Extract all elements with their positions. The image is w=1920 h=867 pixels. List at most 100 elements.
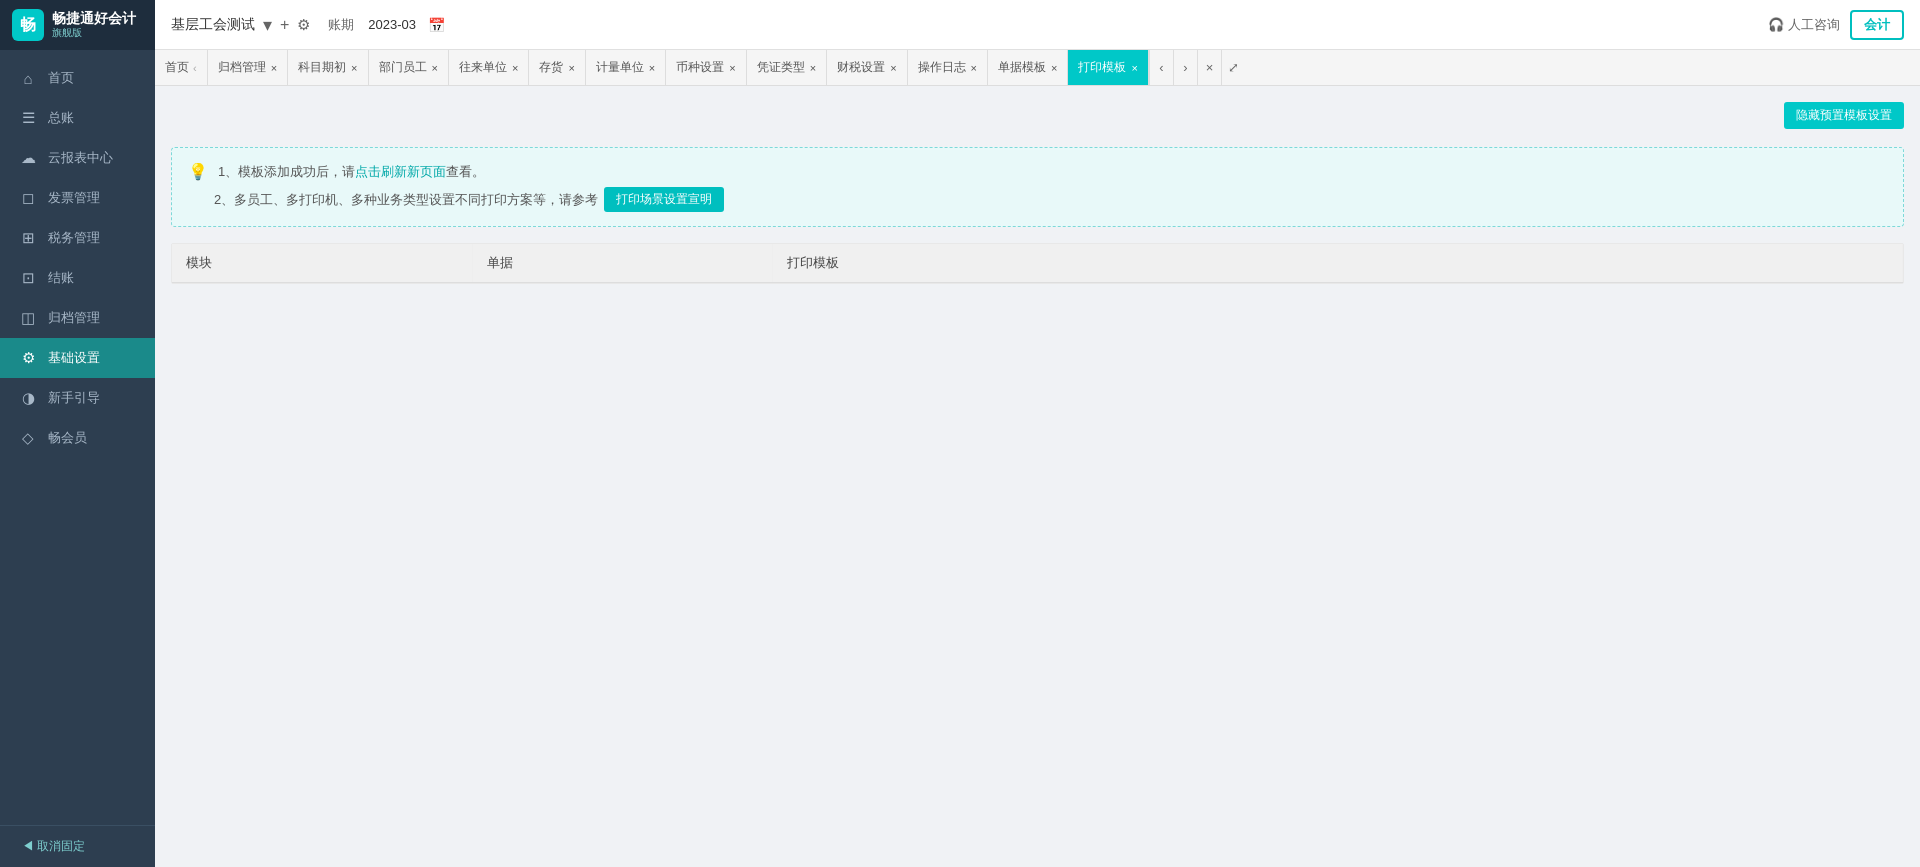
tabs-expand-btn[interactable]: ⤢ bbox=[1221, 50, 1245, 86]
settlement-icon: ⊡ bbox=[18, 268, 38, 288]
top-bar: 基层工会测试 ▾ + ⚙ 账期 2023-03 📅 🎧 人工咨询 会计 bbox=[155, 0, 1920, 50]
tabs-prev-btn[interactable]: ‹ bbox=[1149, 50, 1173, 86]
sidebar-item-invoice[interactable]: ◻ 发票管理 bbox=[0, 178, 155, 218]
sidebar-footer-pin[interactable]: ◀ 取消固定 bbox=[0, 825, 155, 867]
tab-unit-close[interactable]: × bbox=[649, 62, 655, 74]
sidebar-logo: 畅 畅捷通好会计 旗舰版 bbox=[0, 0, 155, 50]
tab-inventory-close[interactable]: × bbox=[568, 62, 574, 74]
notice-line1-link[interactable]: 点击刷新新页面 bbox=[355, 163, 446, 181]
tab-archive-close[interactable]: × bbox=[271, 62, 277, 74]
sidebar-item-ledger[interactable]: ☰ 总账 bbox=[0, 98, 155, 138]
cloud-icon: ☁ bbox=[18, 148, 38, 168]
logo-title: 畅捷通好会计 bbox=[52, 10, 136, 27]
tax-icon: ⊞ bbox=[18, 228, 38, 248]
sidebar-item-member[interactable]: ◇ 畅会员 bbox=[0, 418, 155, 458]
table-header-row: 模块 单据 打印模板 bbox=[172, 244, 1903, 283]
sidebar-item-tax[interactable]: ⊞ 税务管理 bbox=[0, 218, 155, 258]
tab-tax-setting-label: 财税设置 bbox=[837, 59, 885, 76]
tab-department-label: 部门员工 bbox=[379, 59, 427, 76]
tab-subjects-label: 科目期初 bbox=[298, 59, 346, 76]
tab-print-template-label: 打印模板 bbox=[1078, 59, 1126, 76]
tab-inventory[interactable]: 存货 × bbox=[529, 50, 585, 85]
tab-voucher-type-label: 凭证类型 bbox=[757, 59, 805, 76]
sidebar-item-settlement-label: 结账 bbox=[48, 269, 74, 287]
tab-operation-log[interactable]: 操作日志 × bbox=[908, 50, 988, 85]
tab-currency[interactable]: 币种设置 × bbox=[666, 50, 746, 85]
notice-line1-suffix: 查看。 bbox=[446, 163, 485, 181]
tab-currency-close[interactable]: × bbox=[729, 62, 735, 74]
invoice-icon: ◻ bbox=[18, 188, 38, 208]
tab-archive[interactable]: 归档管理 × bbox=[208, 50, 288, 85]
tab-operation-log-close[interactable]: × bbox=[971, 62, 977, 74]
tabs-bar: 首页 ‹ 归档管理 × 科目期初 × 部门员工 × 往来单位 × 存货 × bbox=[155, 50, 1920, 86]
sidebar-item-basic[interactable]: ⚙ 基础设置 bbox=[0, 338, 155, 378]
sidebar-item-archive[interactable]: ◫ 归档管理 bbox=[0, 298, 155, 338]
tab-operation-log-label: 操作日志 bbox=[918, 59, 966, 76]
sidebar-item-member-label: 畅会员 bbox=[48, 429, 87, 447]
sidebar-item-home-label: 首页 bbox=[48, 69, 74, 87]
table-header-document: 单据 bbox=[472, 244, 772, 283]
tab-subjects-close[interactable]: × bbox=[351, 62, 357, 74]
bulb-icon: 💡 bbox=[188, 162, 208, 181]
sidebar-item-cloud-report-label: 云报表中心 bbox=[48, 149, 113, 167]
tab-print-template-close[interactable]: × bbox=[1131, 62, 1137, 74]
tab-tax-setting-close[interactable]: × bbox=[890, 62, 896, 74]
tab-voucher-type[interactable]: 凭证类型 × bbox=[747, 50, 827, 85]
sidebar: 畅 畅捷通好会计 旗舰版 ⌂ 首页 ☰ 总账 ☁ 云报表中心 ◻ 发票管理 bbox=[0, 0, 155, 867]
tab-supplier-close[interactable]: × bbox=[512, 62, 518, 74]
add-company-icon[interactable]: + bbox=[280, 16, 289, 34]
accounting-button[interactable]: 会计 bbox=[1850, 10, 1904, 40]
sidebar-item-tax-label: 税务管理 bbox=[48, 229, 100, 247]
tab-home[interactable]: 首页 ‹ bbox=[155, 50, 208, 85]
tab-voucher-type-close[interactable]: × bbox=[810, 62, 816, 74]
tab-single-template[interactable]: 单据模板 × bbox=[988, 50, 1068, 85]
sidebar-item-basic-label: 基础设置 bbox=[48, 349, 100, 367]
period-label: 账期 bbox=[328, 16, 354, 34]
sidebar-item-cloud-report[interactable]: ☁ 云报表中心 bbox=[0, 138, 155, 178]
calendar-icon[interactable]: 📅 bbox=[428, 17, 445, 33]
company-dropdown-icon[interactable]: ▾ bbox=[263, 14, 272, 36]
hide-template-button[interactable]: 隐藏预置模板设置 bbox=[1784, 102, 1904, 129]
top-bar-right: 🎧 人工咨询 会计 bbox=[1768, 10, 1904, 40]
content-area: 隐藏预置模板设置 💡 1、模板添加成功后，请 点击刷新新页面 查看。 2、多员工… bbox=[155, 86, 1920, 867]
sidebar-item-settlement[interactable]: ⊡ 结账 bbox=[0, 258, 155, 298]
customer-service-label: 人工咨询 bbox=[1788, 16, 1840, 34]
home-icon: ⌂ bbox=[18, 68, 38, 88]
table-header-print-template: 打印模板 bbox=[772, 244, 1903, 283]
notice-line2-prefix: 2、多员工、多打印机、多种业务类型设置不同打印方案等，请参考 bbox=[214, 191, 598, 209]
tab-home-nav-icon: ‹ bbox=[193, 62, 197, 74]
tab-currency-label: 币种设置 bbox=[676, 59, 724, 76]
tab-unit[interactable]: 计量单位 × bbox=[586, 50, 666, 85]
sidebar-item-guide-label: 新手引导 bbox=[48, 389, 100, 407]
settings-icon[interactable]: ⚙ bbox=[297, 16, 310, 34]
top-bar-left: 基层工会测试 ▾ + ⚙ 账期 2023-03 📅 bbox=[171, 14, 445, 36]
tab-print-template[interactable]: 打印模板 × bbox=[1068, 50, 1148, 85]
sidebar-footer-label: ◀ 取消固定 bbox=[22, 838, 85, 855]
tab-subjects[interactable]: 科目期初 × bbox=[288, 50, 368, 85]
customer-service-btn[interactable]: 🎧 人工咨询 bbox=[1768, 16, 1840, 34]
print-scene-btn[interactable]: 打印场景设置宣明 bbox=[604, 187, 724, 212]
print-template-table: 模块 单据 打印模板 bbox=[172, 244, 1903, 283]
archive-icon: ◫ bbox=[18, 308, 38, 328]
tab-tax-setting[interactable]: 财税设置 × bbox=[827, 50, 907, 85]
sidebar-item-home[interactable]: ⌂ 首页 bbox=[0, 58, 155, 98]
period-value: 2023-03 bbox=[368, 17, 416, 32]
headphone-icon: 🎧 bbox=[1768, 17, 1784, 32]
company-name: 基层工会测试 bbox=[171, 16, 255, 34]
notice-row-1: 💡 1、模板添加成功后，请 点击刷新新页面 查看。 bbox=[188, 162, 1887, 181]
tab-supplier-label: 往来单位 bbox=[459, 59, 507, 76]
sidebar-item-guide[interactable]: ◑ 新手引导 bbox=[0, 378, 155, 418]
content-top: 隐藏预置模板设置 bbox=[171, 102, 1904, 139]
tab-department-close[interactable]: × bbox=[432, 62, 438, 74]
tab-supplier[interactable]: 往来单位 × bbox=[449, 50, 529, 85]
tab-archive-label: 归档管理 bbox=[218, 59, 266, 76]
tabs-close-all-btn[interactable]: × bbox=[1197, 50, 1221, 86]
tab-single-template-close[interactable]: × bbox=[1051, 62, 1057, 74]
tab-inventory-label: 存货 bbox=[539, 59, 563, 76]
ledger-icon: ☰ bbox=[18, 108, 38, 128]
table-header-module: 模块 bbox=[172, 244, 472, 283]
tab-department[interactable]: 部门员工 × bbox=[369, 50, 449, 85]
logo-subtitle: 旗舰版 bbox=[52, 26, 136, 40]
tab-single-template-label: 单据模板 bbox=[998, 59, 1046, 76]
tabs-next-btn[interactable]: › bbox=[1173, 50, 1197, 86]
